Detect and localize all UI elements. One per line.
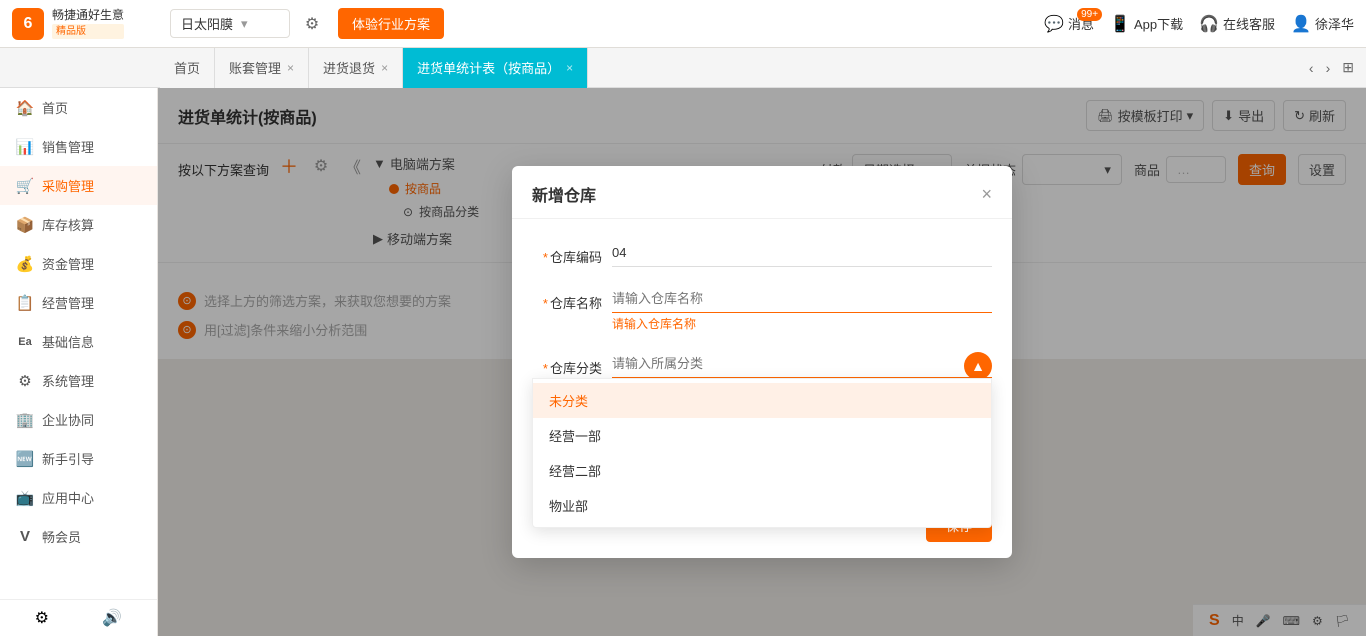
code-input[interactable] [612,239,992,267]
trial-button[interactable]: 体验行业方案 [338,8,444,39]
dropdown-item-property[interactable]: 物业部 [533,488,991,523]
modal-body: *仓库编码 *仓库名称 请输入仓库名称 [512,219,1012,497]
tab-prev-button[interactable]: ‹ [1305,56,1318,80]
store-selector-arrow-icon: ▾ [241,16,248,32]
code-label: *仓库编码 [532,239,612,266]
app-download-item[interactable]: 📱 App下载 [1110,14,1183,34]
top-right-area: 💬 消息 99+ 📱 App下载 🎧 在线客服 👤 徐泽华 [1044,14,1354,34]
category-label: *仓库分类 [532,350,612,377]
purchase-icon: 🛒 [16,177,34,195]
top-header: 6 畅捷通好生意 精品版 日太阳膜 ▾ ⚙ 体验行业方案 💬 消息 99+ 📱 … [0,0,1366,48]
sidebar-item-home[interactable]: 🏠 首页 [0,88,157,127]
sidebar-item-enterprise[interactable]: 🏢 企业协同 [0,400,157,439]
inventory-icon: 📦 [16,216,34,234]
member-icon: V [16,528,34,546]
sidebar-item-guide[interactable]: 🆕 新手引导 [0,439,157,478]
sidebar-speaker-icon[interactable]: 🔊 [102,608,122,628]
name-label: *仓库名称 [532,285,612,312]
sidebar-item-operation[interactable]: 📋 经营管理 [0,283,157,322]
sidebar-settings-icon[interactable]: ⚙ [35,608,49,628]
name-input[interactable] [612,285,992,313]
sidebar-item-basic[interactable]: Ea 基础信息 [0,322,157,361]
sidebar-item-system[interactable]: ⚙ 系统管理 [0,361,157,400]
dropdown-item-uncategorized[interactable]: 未分类 [533,383,991,418]
modal-close-button[interactable]: × [981,185,992,203]
code-form-row: *仓库编码 [532,239,992,267]
basic-icon: Ea [16,333,34,351]
category-dropdown-button[interactable]: ▲ [964,352,992,380]
main-layout: 🏠 首页 📊 销售管理 🛒 采购管理 📦 库存核算 💰 资金管理 📋 经营管理 … [0,88,1366,636]
sidebar-item-finance[interactable]: 💰 资金管理 [0,244,157,283]
sales-icon: 📊 [16,138,34,156]
code-field [612,239,992,267]
phone-icon: 📱 [1110,14,1130,34]
tab-purchase-return-close-icon[interactable]: × [381,61,388,75]
tab-accounts-close-icon[interactable]: × [287,61,294,75]
category-input[interactable] [612,350,992,378]
modal-title: 新增仓库 [532,182,596,206]
name-field: 请输入仓库名称 [612,285,992,332]
operation-icon: 📋 [16,294,34,312]
logo-area: 6 畅捷通好生意 精品版 [12,8,162,40]
tab-bar: 首页 账套管理 × 进货退货 × 进货单统计表（按商品） × ‹ › ⊞ [0,48,1366,88]
name-form-row: *仓库名称 请输入仓库名称 [532,285,992,332]
new-warehouse-modal: 新增仓库 × *仓库编码 [512,166,1012,558]
name-error-msg: 请输入仓库名称 [612,315,992,332]
user-avatar-icon: 👤 [1291,14,1311,34]
sidebar-item-purchase[interactable]: 🛒 采购管理 [0,166,157,205]
tab-home[interactable]: 首页 [160,48,215,88]
category-field: ▲ 未分类 经营一部 经营二部 [612,350,992,378]
headset-icon: 🎧 [1199,14,1219,34]
store-selector[interactable]: 日太阳膜 ▾ [170,9,290,38]
tab-purchase-return[interactable]: 进货退货 × [309,48,403,88]
logo-text: 畅捷通好生意 精品版 [52,8,124,39]
sidebar-item-appcenter[interactable]: 📺 应用中心 [0,478,157,517]
content-area: 进货单统计(按商品) 🖨 按模板打印 ▾ ⬇ 导出 ↻ 刷新 按以下方案查询 [158,88,1366,636]
sidebar: 🏠 首页 📊 销售管理 🛒 采购管理 📦 库存核算 💰 资金管理 📋 经营管理 … [0,88,158,636]
category-form-row: *仓库分类 ▲ 未分类 经营一部 [532,350,992,378]
gear-icon: ⚙ [305,14,319,34]
guide-icon: 🆕 [16,450,34,468]
sidebar-item-sales[interactable]: 📊 销售管理 [0,127,157,166]
message-item[interactable]: 💬 消息 99+ [1044,14,1094,34]
message-icon: 💬 [1044,14,1064,34]
tab-accounts[interactable]: 账套管理 × [215,48,309,88]
appcenter-icon: 📺 [16,489,34,507]
home-icon: 🏠 [16,99,34,117]
finance-icon: 💰 [16,255,34,273]
modal-header: 新增仓库 × [512,166,1012,219]
tab-next-button[interactable]: › [1322,56,1335,80]
system-icon: ⚙ [16,372,34,390]
tab-purchase-stat-close-icon[interactable]: × [566,61,573,75]
tab-bar-right: ‹ › ⊞ [1305,55,1366,80]
category-dropdown-list: 未分类 经营一部 经营二部 物业部 [532,378,992,528]
user-info-item[interactable]: 👤 徐泽华 [1291,14,1354,34]
dropdown-item-dept2[interactable]: 经营二部 [533,453,991,488]
settings-gear-button[interactable]: ⚙ [296,8,328,40]
tab-menu-button[interactable]: ⊞ [1338,55,1358,80]
app-logo-icon: 6 [12,8,44,40]
tab-purchase-stat[interactable]: 进货单统计表（按商品） × [403,48,588,88]
sidebar-item-inventory[interactable]: 📦 库存核算 [0,205,157,244]
sidebar-item-member[interactable]: V 畅会员 [0,517,157,556]
sidebar-bottom: ⚙ 🔊 [0,599,157,636]
modal-overlay: 新增仓库 × *仓库编码 [158,88,1366,636]
dropdown-item-dept1[interactable]: 经营一部 [533,418,991,453]
enterprise-icon: 🏢 [16,411,34,429]
online-service-item[interactable]: 🎧 在线客服 [1199,14,1275,34]
